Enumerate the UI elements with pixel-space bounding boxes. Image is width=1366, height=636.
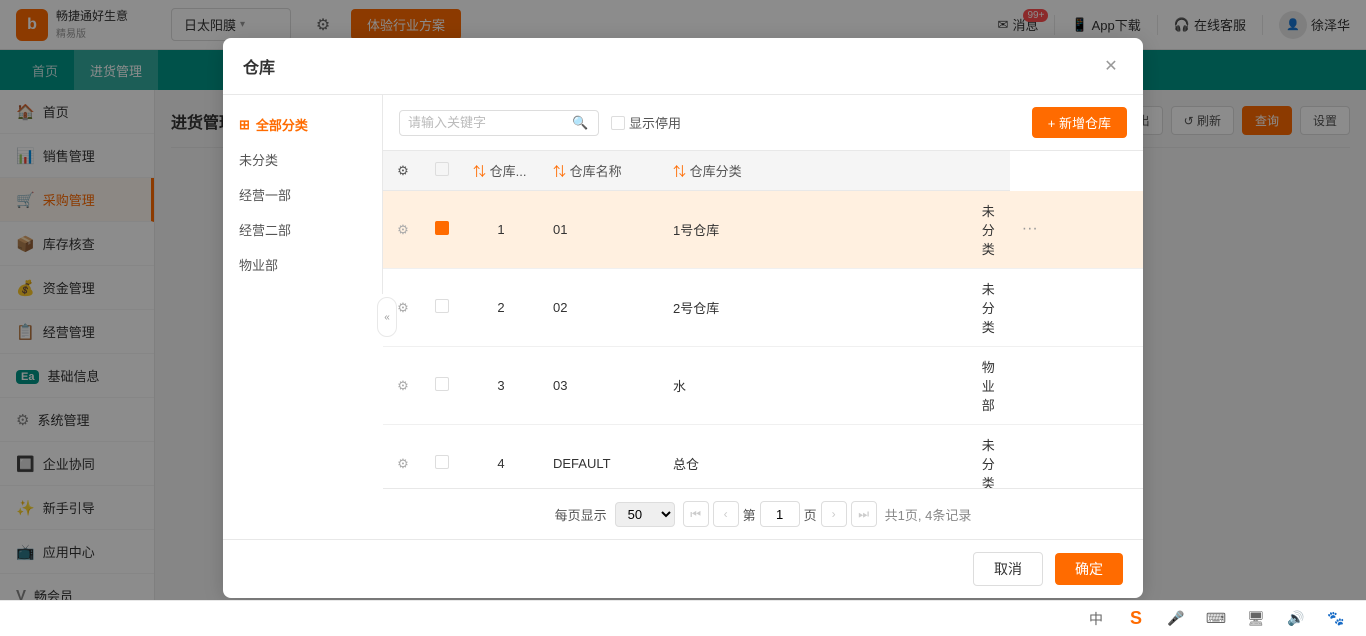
- table-row[interactable]: ⚙ 1 01 1号仓库 未分类 ···: [383, 191, 1143, 269]
- cancel-button[interactable]: 取消: [973, 552, 1043, 586]
- col-category-header: ⇅ 仓库分类: [661, 151, 970, 191]
- col-gear: ⚙: [383, 151, 423, 191]
- row-more[interactable]: [1010, 269, 1143, 347]
- row-more[interactable]: [1010, 347, 1143, 425]
- category-all[interactable]: ⊞ 全部分类: [223, 107, 382, 142]
- monitor-icon[interactable]: 🖥: [1242, 605, 1270, 633]
- first-page-button[interactable]: ⏮: [683, 501, 709, 527]
- table-toolbar: 🔍 显示停用 + 新增仓库: [383, 95, 1143, 151]
- row-gear[interactable]: ⚙: [383, 347, 423, 425]
- warehouse-dialog: 仓库 ✕ ⊞ 全部分类 未分类 经营一部 经营二部 物业部 «: [223, 38, 1143, 598]
- category-operations2[interactable]: 经营二部: [223, 212, 382, 247]
- last-page-button[interactable]: ⏭: [851, 501, 877, 527]
- row-check[interactable]: [423, 191, 461, 269]
- dialog-body: ⊞ 全部分类 未分类 经营一部 经营二部 物业部 « 🔍: [223, 95, 1143, 539]
- prev-page-button[interactable]: ‹: [713, 501, 739, 527]
- s-logo-icon: S: [1122, 605, 1150, 633]
- row-name: 总仓: [661, 425, 970, 489]
- page-suffix: 页: [804, 505, 817, 524]
- page-nav: ⏮ ‹ 第 页 › ⏭: [683, 501, 877, 527]
- status-bar: 中 S 🎤 ⌨ 🖥 🔊 🐾: [0, 600, 1366, 636]
- add-warehouse-button[interactable]: + 新增仓库: [1032, 107, 1127, 138]
- grid-icon: ⊞: [239, 117, 250, 133]
- search-input[interactable]: [408, 115, 568, 130]
- col-name-header: ⇅ 仓库名称: [541, 151, 661, 191]
- col-code-header: ⇅ 仓库...: [461, 151, 541, 191]
- page-size-select[interactable]: 50 20 100: [615, 502, 675, 527]
- row-category: 物业部: [970, 347, 1010, 425]
- search-icon[interactable]: 🔍: [572, 115, 588, 131]
- table-row[interactable]: ⚙ 3 03 水 物业部: [383, 347, 1143, 425]
- row-num: 3: [461, 347, 541, 425]
- row-code: 01: [541, 191, 661, 269]
- next-page-button[interactable]: ›: [821, 501, 847, 527]
- sort-icon: ⇅: [473, 164, 486, 179]
- category-property[interactable]: 物业部: [223, 247, 382, 282]
- row-check[interactable]: [423, 347, 461, 425]
- show-disabled-label: 显示停用: [629, 113, 681, 132]
- row-name: 2号仓库: [661, 269, 970, 347]
- row-num: 2: [461, 269, 541, 347]
- mic-icon[interactable]: 🎤: [1162, 605, 1190, 633]
- page-label: 第: [743, 505, 756, 524]
- category-operations1[interactable]: 经营一部: [223, 177, 382, 212]
- row-category: 未分类: [970, 425, 1010, 489]
- table-body: ⚙ 1 01 1号仓库 未分类 ··· ⚙: [383, 191, 1143, 489]
- category-unclassified[interactable]: 未分类: [223, 142, 382, 177]
- row-category: 未分类: [970, 269, 1010, 347]
- paw-icon[interactable]: 🐾: [1322, 605, 1350, 633]
- row-gear[interactable]: ⚙: [383, 191, 423, 269]
- pagination: 每页显示 50 20 100 ⏮ ‹ 第 页 › ⏭: [383, 488, 1143, 539]
- row-num: 1: [461, 191, 541, 269]
- search-box: 🔍: [399, 110, 599, 136]
- table-panel: 🔍 显示停用 + 新增仓库 ⚙: [383, 95, 1143, 539]
- row-checkbox[interactable]: [435, 221, 449, 235]
- page-size-label: 每页显示: [555, 505, 607, 524]
- table-row[interactable]: ⚙ 2 02 2号仓库 未分类: [383, 269, 1143, 347]
- row-more[interactable]: ···: [1010, 191, 1143, 269]
- chinese-input-icon[interactable]: 中: [1082, 605, 1110, 633]
- row-check[interactable]: [423, 269, 461, 347]
- row-code: DEFAULT: [541, 425, 661, 489]
- row-check[interactable]: [423, 425, 461, 489]
- row-name: 1号仓库: [661, 191, 970, 269]
- dialog-header: 仓库 ✕: [223, 38, 1143, 95]
- category-wrapper: ⊞ 全部分类 未分类 经营一部 经营二部 物业部 «: [223, 95, 383, 539]
- disabled-checkbox[interactable]: [611, 116, 625, 130]
- close-button[interactable]: ✕: [1099, 54, 1123, 78]
- table-head: ⚙ ⇅ 仓库... ⇅ 仓库名称: [383, 151, 1143, 191]
- dialog-title: 仓库: [243, 54, 275, 78]
- data-table: ⚙ ⇅ 仓库... ⇅ 仓库名称: [383, 151, 1143, 488]
- row-checkbox[interactable]: [435, 455, 449, 469]
- row-name: 水: [661, 347, 970, 425]
- row-num: 4: [461, 425, 541, 489]
- keyboard-icon[interactable]: ⌨: [1202, 605, 1230, 633]
- row-gear[interactable]: ⚙: [383, 425, 423, 489]
- sort-icon2: ⇅: [553, 164, 566, 179]
- speaker-icon[interactable]: 🔊: [1282, 605, 1310, 633]
- total-info: 共1页, 4条记录: [885, 505, 972, 524]
- row-more[interactable]: [1010, 425, 1143, 489]
- row-category: 未分类: [970, 191, 1010, 269]
- modal-overlay[interactable]: 仓库 ✕ ⊞ 全部分类 未分类 经营一部 经营二部 物业部 «: [0, 0, 1366, 636]
- table-row[interactable]: ⚙ 4 DEFAULT 总仓 未分类: [383, 425, 1143, 489]
- row-checkbox[interactable]: [435, 299, 449, 313]
- col-check: [423, 151, 461, 191]
- category-panel: ⊞ 全部分类 未分类 经营一部 经营二部 物业部: [223, 95, 383, 294]
- dialog-footer: 取消 确定: [223, 539, 1143, 598]
- row-code: 03: [541, 347, 661, 425]
- row-checkbox[interactable]: [435, 377, 449, 391]
- page-input[interactable]: [760, 501, 800, 527]
- row-code: 02: [541, 269, 661, 347]
- show-disabled-toggle[interactable]: 显示停用: [611, 113, 681, 132]
- sort-icon3: ⇅: [673, 164, 686, 179]
- warehouse-table: ⚙ ⇅ 仓库... ⇅ 仓库名称: [383, 151, 1143, 488]
- col-actions: [970, 151, 1010, 191]
- select-all-checkbox[interactable]: [435, 162, 449, 176]
- confirm-button[interactable]: 确定: [1055, 553, 1123, 585]
- collapse-panel-button[interactable]: «: [377, 297, 397, 337]
